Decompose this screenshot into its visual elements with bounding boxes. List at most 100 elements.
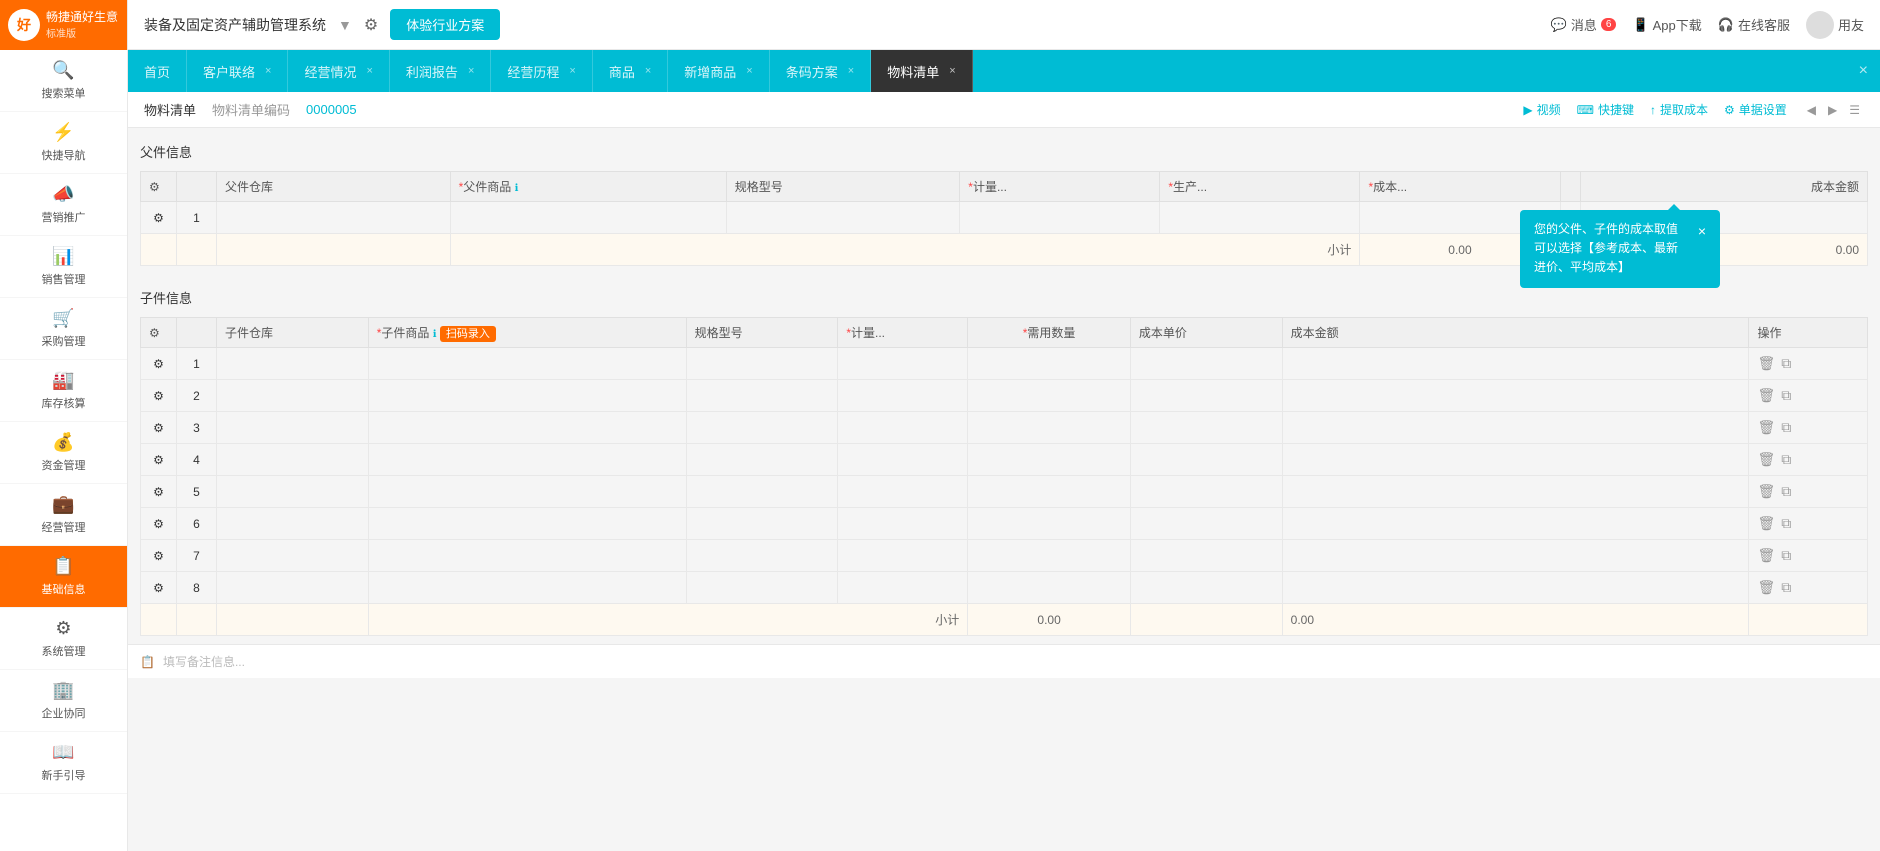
tab-close-customer[interactable]: ×	[265, 65, 271, 77]
delete-icon[interactable]: 🗑	[1757, 547, 1775, 564]
sidebar-item-guide[interactable]: 📖 新手引导	[0, 732, 127, 794]
delete-icon[interactable]: 🗑	[1757, 419, 1775, 436]
tab-close-product[interactable]: ×	[645, 65, 651, 77]
child-row1-warehouse[interactable]	[217, 348, 369, 380]
child-row7-warehouse[interactable]	[217, 540, 369, 572]
tab-close-new-product[interactable]: ×	[746, 65, 752, 77]
child-row5-unit-cost[interactable]	[1130, 476, 1282, 508]
child-row8-unit[interactable]	[838, 572, 968, 604]
delete-icon[interactable]: 🗑	[1757, 355, 1775, 372]
nav-list[interactable]: ☰	[1845, 101, 1864, 119]
tab-home[interactable]: 首页	[128, 50, 187, 92]
scan-badge[interactable]: 扫码录入	[440, 326, 496, 342]
sidebar-item-company[interactable]: 🏢 企业协同	[0, 670, 127, 732]
tab-close-bom[interactable]: ×	[949, 65, 955, 77]
parent-row-warehouse[interactable]	[217, 202, 451, 234]
page-tab1[interactable]: 物料清单	[144, 100, 196, 119]
copy-icon[interactable]: ⧉	[1781, 419, 1791, 436]
child-row2-warehouse[interactable]	[217, 380, 369, 412]
child-row6-unit[interactable]	[838, 508, 968, 540]
sidebar-item-inventory[interactable]: 🏭 库存核算	[0, 360, 127, 422]
child-row6-unit-cost[interactable]	[1130, 508, 1282, 540]
child-row1-qty[interactable]	[968, 348, 1131, 380]
child-row5-settings[interactable]: ⚙	[141, 476, 177, 508]
parent-row-production[interactable]	[1160, 202, 1360, 234]
sidebar-item-search[interactable]: 🔍 搜索菜单	[0, 50, 127, 112]
child-row5-spec[interactable]	[686, 476, 838, 508]
video-action[interactable]: ▶ 视频	[1523, 101, 1560, 118]
tab-barcode[interactable]: 条码方案 ×	[770, 50, 871, 92]
service-item[interactable]: 🎧 在线客服	[1718, 15, 1790, 34]
app-download-item[interactable]: 📱 App下载	[1632, 15, 1701, 34]
child-row2-qty[interactable]	[968, 380, 1131, 412]
child-row4-warehouse[interactable]	[217, 444, 369, 476]
child-row8-spec[interactable]	[686, 572, 838, 604]
copy-icon[interactable]: ⧉	[1781, 451, 1791, 468]
tab-bom[interactable]: 物料清单 ×	[871, 50, 972, 92]
child-row7-qty[interactable]	[968, 540, 1131, 572]
delete-icon[interactable]: 🗑	[1757, 451, 1775, 468]
child-row1-unit[interactable]	[838, 348, 968, 380]
parent-row-unit[interactable]	[960, 202, 1160, 234]
footer-placeholder[interactable]: 填写备注信息...	[163, 653, 245, 670]
copy-icon[interactable]: ⧉	[1781, 547, 1791, 564]
tab-close-history[interactable]: ×	[569, 65, 575, 77]
tab-product[interactable]: 商品 ×	[593, 50, 668, 92]
child-row8-warehouse[interactable]	[217, 572, 369, 604]
extract-cost-action[interactable]: ↑ 提取成本	[1650, 101, 1708, 118]
child-row5-warehouse[interactable]	[217, 476, 369, 508]
message-item[interactable]: 💬 消息 6	[1551, 15, 1617, 34]
child-row5-product[interactable]	[368, 476, 686, 508]
delete-icon[interactable]: 🗑	[1757, 387, 1775, 404]
tab-close-barcode[interactable]: ×	[848, 65, 854, 77]
child-row2-settings[interactable]: ⚙	[141, 380, 177, 412]
child-row4-unit[interactable]	[838, 444, 968, 476]
child-row1-spec[interactable]	[686, 348, 838, 380]
child-row1-product[interactable]	[368, 348, 686, 380]
sidebar-item-finance[interactable]: 💰 资金管理	[0, 422, 127, 484]
child-row4-spec[interactable]	[686, 444, 838, 476]
tab-history[interactable]: 经营历程 ×	[491, 50, 592, 92]
child-row1-settings[interactable]: ⚙	[141, 348, 177, 380]
sidebar-item-sales[interactable]: 📊 销售管理	[0, 236, 127, 298]
child-row1-unit-cost[interactable]	[1130, 348, 1282, 380]
copy-icon[interactable]: ⧉	[1781, 355, 1791, 372]
child-row7-unit-cost[interactable]	[1130, 540, 1282, 572]
sidebar-item-system[interactable]: ⚙ 系统管理	[0, 608, 127, 670]
child-row7-product[interactable]	[368, 540, 686, 572]
child-row4-unit-cost[interactable]	[1130, 444, 1282, 476]
shortcut-action[interactable]: ⌨ 快捷键	[1577, 101, 1634, 118]
delete-icon[interactable]: 🗑	[1757, 515, 1775, 532]
parent-row-settings[interactable]: ⚙	[141, 202, 177, 234]
child-row2-product[interactable]	[368, 380, 686, 412]
sidebar-item-basic-info[interactable]: 📋 基础信息	[0, 546, 127, 608]
child-row2-unit-cost[interactable]	[1130, 380, 1282, 412]
tab-close-business[interactable]: ×	[366, 65, 372, 77]
copy-icon[interactable]: ⧉	[1781, 579, 1791, 596]
sidebar-item-marketing[interactable]: 📣 营销推广	[0, 174, 127, 236]
tab-business[interactable]: 经营情况 ×	[288, 50, 389, 92]
sidebar-item-purchase[interactable]: 🛒 采购管理	[0, 298, 127, 360]
settings-icon[interactable]: ⚙	[364, 15, 378, 35]
child-row8-product[interactable]	[368, 572, 686, 604]
child-row3-unit-cost[interactable]	[1130, 412, 1282, 444]
child-product-info-icon[interactable]: ℹ	[433, 329, 437, 340]
child-row7-settings[interactable]: ⚙	[141, 540, 177, 572]
child-row3-product[interactable]	[368, 412, 686, 444]
copy-icon[interactable]: ⧉	[1781, 483, 1791, 500]
tooltip-close-button[interactable]: ×	[1698, 220, 1706, 242]
child-row7-spec[interactable]	[686, 540, 838, 572]
child-row7-unit[interactable]	[838, 540, 968, 572]
child-row3-warehouse[interactable]	[217, 412, 369, 444]
expand-icon[interactable]: ▼	[338, 17, 352, 33]
delete-icon[interactable]: 🗑	[1757, 483, 1775, 500]
single-settings-action[interactable]: ⚙ 单据设置	[1724, 101, 1787, 118]
child-row5-unit[interactable]	[838, 476, 968, 508]
child-row2-unit[interactable]	[838, 380, 968, 412]
child-row4-settings[interactable]: ⚙	[141, 444, 177, 476]
sidebar-item-quick-nav[interactable]: ⚡ 快捷导航	[0, 112, 127, 174]
user-item[interactable]: 用友	[1806, 11, 1864, 39]
child-row3-spec[interactable]	[686, 412, 838, 444]
child-row8-settings[interactable]: ⚙	[141, 572, 177, 604]
trial-button[interactable]: 体验行业方案	[390, 9, 500, 40]
